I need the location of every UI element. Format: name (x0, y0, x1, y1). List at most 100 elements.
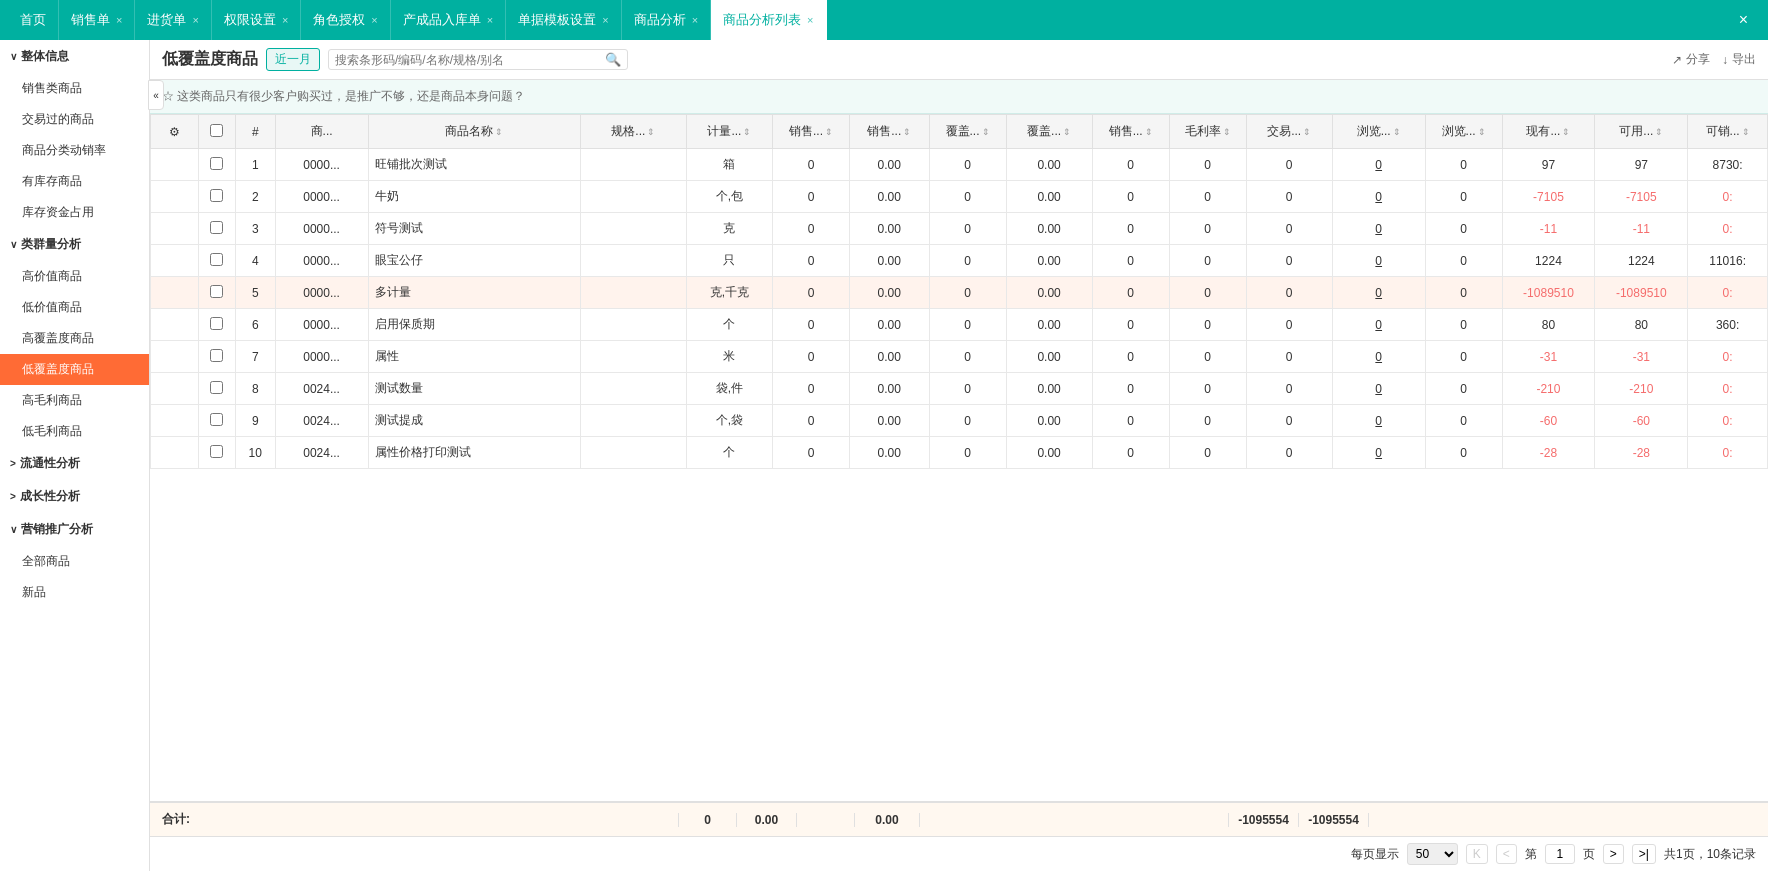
row-checkbox-6[interactable] (210, 349, 223, 362)
cell-trade-row-5: 0 (1246, 309, 1332, 341)
nav-item-8[interactable]: 商品分析列表 × (711, 0, 826, 40)
select-all-checkbox[interactable] (210, 124, 223, 137)
cell-checkbox-row-6[interactable] (198, 341, 235, 373)
row-checkbox-0[interactable] (210, 157, 223, 170)
first-page-btn[interactable]: K (1466, 844, 1488, 864)
nav-item-7[interactable]: 商品分析 × (622, 0, 711, 40)
sidebar-item-0-4[interactable]: 库存资金占用 (0, 197, 149, 228)
row-checkbox-7[interactable] (210, 381, 223, 394)
row-checkbox-4[interactable] (210, 285, 223, 298)
cell-view1-row-2[interactable]: 0 (1332, 213, 1425, 245)
next-page-btn[interactable]: > (1603, 844, 1624, 864)
sidebar-item-1-3[interactable]: 低覆盖度商品 (0, 354, 149, 385)
cell-checkbox-row-3[interactable] (198, 245, 235, 277)
sidebar-item-0-3[interactable]: 有库存商品 (0, 166, 149, 197)
nav-close-icon-7[interactable]: × (692, 14, 698, 26)
nav-close-icon-5[interactable]: × (487, 14, 493, 26)
settings-icon[interactable]: ⚙ (169, 125, 180, 139)
cell-sales3-row-6: 0 (1092, 341, 1169, 373)
nav-item-4[interactable]: 角色授权 × (301, 0, 390, 40)
cell-view1-row-5[interactable]: 0 (1332, 309, 1425, 341)
cell-unit-row-3: 只 (686, 245, 772, 277)
cell-view1-row-6[interactable]: 0 (1332, 341, 1425, 373)
cell-unit-row-8: 个,袋 (686, 405, 772, 437)
view-link-2[interactable]: 0 (1375, 222, 1382, 236)
search-input[interactable] (335, 53, 605, 67)
sidebar-section-4[interactable]: ∨ 营销推广分析 (0, 513, 149, 546)
nav-close-icon-6[interactable]: × (602, 14, 608, 26)
last-page-btn[interactable]: >| (1632, 844, 1656, 864)
cell-checkbox-row-5[interactable] (198, 309, 235, 341)
sidebar-item-1-0[interactable]: 高价值商品 (0, 261, 149, 292)
cell-view1-row-1[interactable]: 0 (1332, 181, 1425, 213)
sidebar-item-0-1[interactable]: 交易过的商品 (0, 104, 149, 135)
cell-checkbox-row-1[interactable] (198, 181, 235, 213)
cell-checkbox-row-0[interactable] (198, 149, 235, 181)
cell-checkbox-row-8[interactable] (198, 405, 235, 437)
cell-checkbox-row-7[interactable] (198, 373, 235, 405)
sidebar-item-4-0[interactable]: 全部商品 (0, 546, 149, 577)
sidebar-item-1-2[interactable]: 高覆盖度商品 (0, 323, 149, 354)
view-link-6[interactable]: 0 (1375, 350, 1382, 364)
sidebar-item-1-4[interactable]: 高毛利商品 (0, 385, 149, 416)
cell-view1-row-0[interactable]: 0 (1332, 149, 1425, 181)
view-link-4[interactable]: 0 (1375, 286, 1382, 300)
view-link-5[interactable]: 0 (1375, 318, 1382, 332)
window-close-btn[interactable]: × (1727, 11, 1760, 29)
cell-view1-row-7[interactable]: 0 (1332, 373, 1425, 405)
view-link-0[interactable]: 0 (1375, 158, 1382, 172)
row-checkbox-2[interactable] (210, 221, 223, 234)
sidebar-section-1[interactable]: ∨ 类群量分析 (0, 228, 149, 261)
cell-view1-row-4[interactable]: 0 (1332, 277, 1425, 309)
page-size-select[interactable]: 2050100200 (1407, 843, 1458, 865)
cell-checkbox-row-4[interactable] (198, 277, 235, 309)
nav-close-icon-4[interactable]: × (371, 14, 377, 26)
sidebar-item-0-0[interactable]: 销售类商品 (0, 73, 149, 104)
cell-view1-row-8[interactable]: 0 (1332, 405, 1425, 437)
sidebar-section-3[interactable]: > 成长性分析 (0, 480, 149, 513)
nav-close-icon-2[interactable]: × (192, 14, 198, 26)
nav-item-0[interactable]: 首页 (8, 0, 59, 40)
nav-item-2[interactable]: 进货单 × (135, 0, 211, 40)
row-checkbox-5[interactable] (210, 317, 223, 330)
cell-trade-row-1: 0 (1246, 181, 1332, 213)
cell-view1-row-9[interactable]: 0 (1332, 437, 1425, 469)
cell-stock3-row-6: 0: (1688, 341, 1768, 373)
sidebar-item-0-2[interactable]: 商品分类动销率 (0, 135, 149, 166)
cell-cover1-row-6: 0 (929, 341, 1006, 373)
row-checkbox-8[interactable] (210, 413, 223, 426)
col-header-settings[interactable]: ⚙ (151, 115, 199, 149)
nav-close-icon-1[interactable]: × (116, 14, 122, 26)
row-checkbox-9[interactable] (210, 445, 223, 458)
nav-item-3[interactable]: 权限设置 × (212, 0, 301, 40)
nav-item-6[interactable]: 单据模板设置 × (506, 0, 621, 40)
view-link-3[interactable]: 0 (1375, 254, 1382, 268)
cell-trade-row-9: 0 (1246, 437, 1332, 469)
nav-close-icon-3[interactable]: × (282, 14, 288, 26)
sidebar-item-1-1[interactable]: 低价值商品 (0, 292, 149, 323)
nav-close-icon-8[interactable]: × (807, 14, 813, 26)
page-number-input[interactable] (1545, 844, 1575, 864)
share-btn[interactable]: ↗ 分享 (1672, 51, 1710, 68)
col-header-code: 商... (275, 115, 368, 149)
sidebar-section-0[interactable]: ∨ 整体信息 (0, 40, 149, 73)
sidebar-item-1-5[interactable]: 低毛利商品 (0, 416, 149, 447)
prev-page-btn[interactable]: < (1496, 844, 1517, 864)
cell-view1-row-3[interactable]: 0 (1332, 245, 1425, 277)
col-header-checkbox[interactable] (198, 115, 235, 149)
nav-item-5[interactable]: 产成品入库单 × (391, 0, 506, 40)
row-checkbox-3[interactable] (210, 253, 223, 266)
cell-checkbox-row-9[interactable] (198, 437, 235, 469)
sidebar-section-2[interactable]: > 流通性分析 (0, 447, 149, 480)
filter-btn[interactable]: 近一月 (266, 48, 320, 71)
view-link-8[interactable]: 0 (1375, 414, 1382, 428)
view-link-7[interactable]: 0 (1375, 382, 1382, 396)
sidebar-collapse-btn[interactable]: « (148, 80, 164, 110)
view-link-1[interactable]: 0 (1375, 190, 1382, 204)
sidebar-item-4-1[interactable]: 新品 (0, 577, 149, 608)
nav-item-1[interactable]: 销售单 × (59, 0, 135, 40)
cell-checkbox-row-2[interactable] (198, 213, 235, 245)
export-btn[interactable]: ↓ 导出 (1722, 51, 1756, 68)
view-link-9[interactable]: 0 (1375, 446, 1382, 460)
row-checkbox-1[interactable] (210, 189, 223, 202)
